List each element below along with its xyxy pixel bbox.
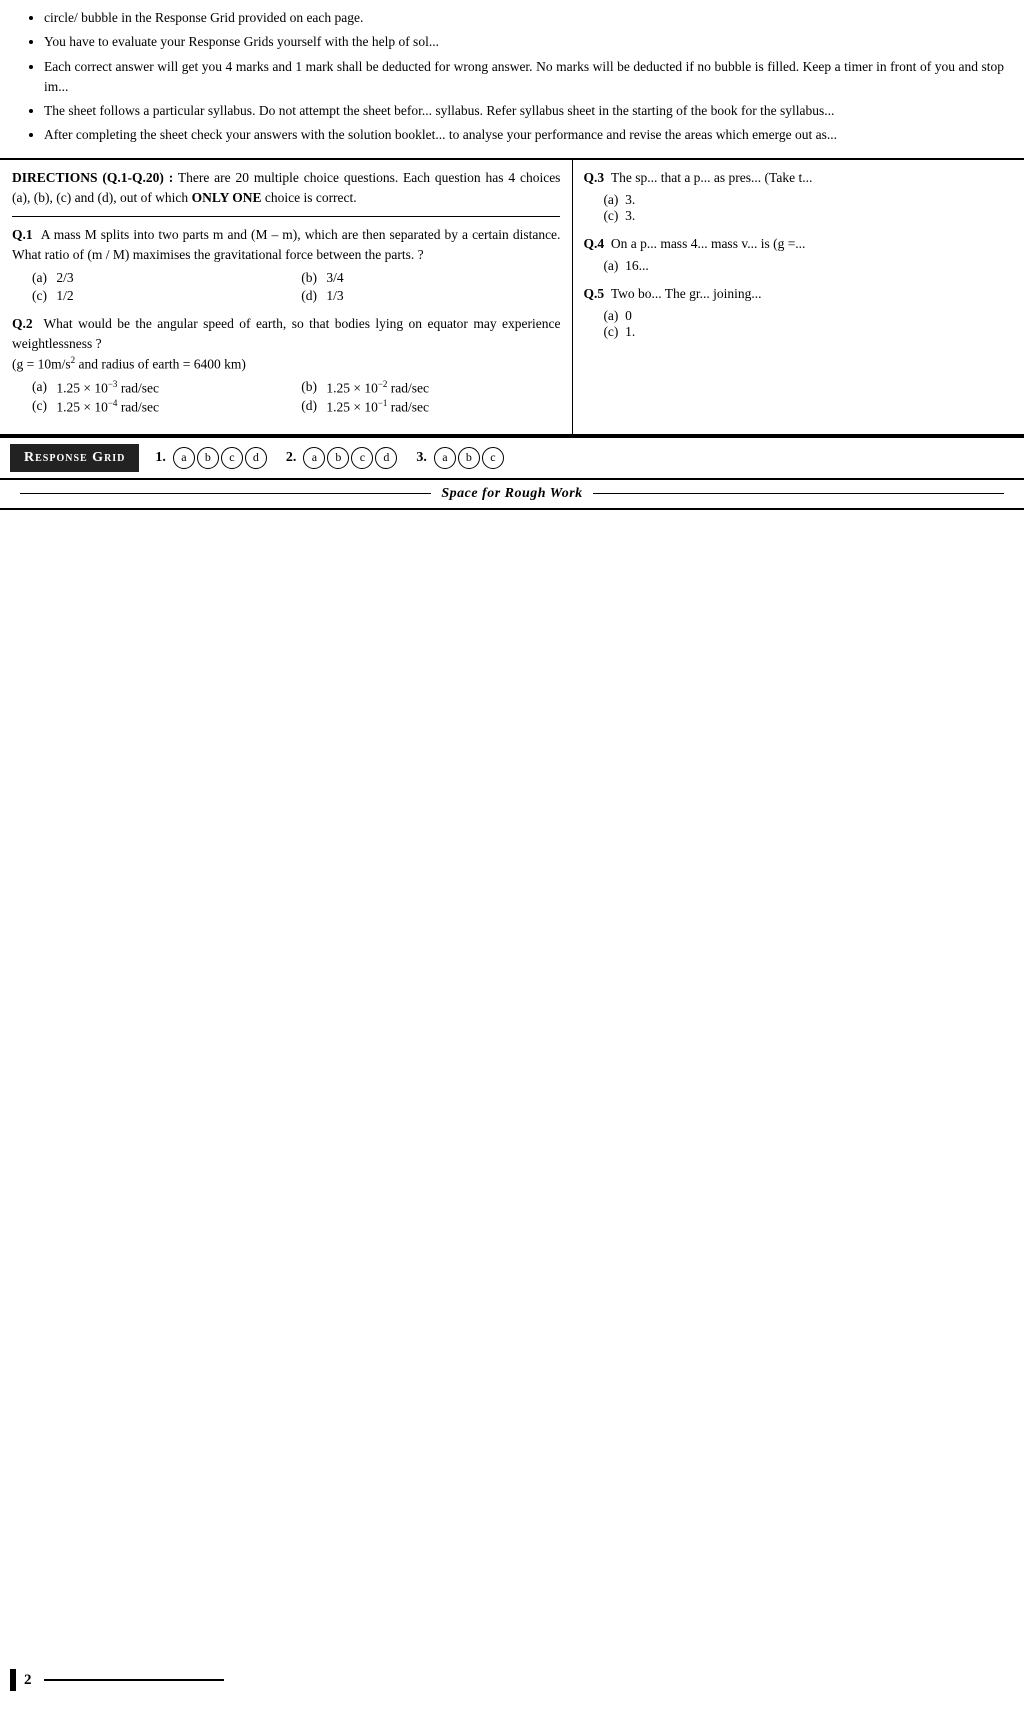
directions-label: DIRECTIONS (Q.1-Q.20) : [12,170,173,185]
question-2-block: Q.2 What would be the angular speed of e… [12,314,560,416]
right-column: Q.3 The sp... that a p... as pres... (Ta… [573,160,1024,434]
rg-2-option-a[interactable]: a [303,447,325,469]
question-4-options: (a) 16... [583,258,1014,274]
page-footer-line [44,1679,224,1681]
response-grid-items: 1. a b c d 2. a b c d 3. [155,447,505,469]
rg-2-option-c[interactable]: c [351,447,373,469]
rough-work-inner: Space for Rough Work [20,486,1004,502]
question-2-text: Q.2 What would be the angular speed of e… [12,314,560,375]
instruction-item-2: You have to evaluate your Response Grids… [44,32,1004,52]
q4-option-a: (a) 16... [603,258,1014,274]
question-4-text: Q.4 On a p... mass 4... mass v... is (g … [583,234,1014,254]
q2-option-d: (d) 1.25 × 10−1 rad/sec [301,398,560,416]
rg-3-option-c[interactable]: c [482,447,504,469]
question-1-block: Q.1 A mass M splits into two parts m and… [12,225,560,304]
q3-option-c: (c) 3. [603,208,1014,224]
only-one-emphasis: ONLY ONE [192,190,262,205]
rg-1-option-a[interactable]: a [173,447,195,469]
question-1-label: Q.1 [12,227,33,242]
instructions-section: circle/ bubble in the Response Grid prov… [0,0,1024,160]
question-3-block: Q.3 The sp... that a p... as pres... (Ta… [583,168,1014,224]
q5-option-a: (a) 0 [603,308,1014,324]
rg-2-option-b[interactable]: b [327,447,349,469]
question-2-options: (a) 1.25 × 10−3 rad/sec (b) 1.25 × 10−2 … [12,379,560,416]
left-column: DIRECTIONS (Q.1-Q.20) : There are 20 mul… [0,160,573,434]
question-5-text: Q.5 Two bo... The gr... joining... [583,284,1014,304]
rg-item-1: 1. a b c d [155,447,268,469]
rg-item-3: 3. a b c [416,447,505,469]
response-grid-section: Response Grid 1. a b c d 2. a b c d [0,436,1024,480]
response-grid-label: Response Grid [10,444,139,472]
q5-option-c: (c) 1. [603,324,1014,340]
blank-area [0,510,1024,1360]
rg-3-option-b[interactable]: b [458,447,480,469]
instruction-item-1: circle/ bubble in the Response Grid prov… [44,8,1004,28]
rg-item-2: 2. a b c d [286,447,399,469]
question-3-label: Q.3 [583,170,604,185]
question-2-label: Q.2 [12,316,33,331]
instruction-item-5: After completing the sheet check your an… [44,125,1004,145]
rough-work-line-right [593,493,1004,494]
rg-circles-3: a b c [433,447,505,469]
rough-work-text: Space for Rough Work [441,486,582,502]
q1-option-d: (d) 1/3 [301,288,560,304]
question-3-text: Q.3 The sp... that a p... as pres... (Ta… [583,168,1014,188]
directions-text: DIRECTIONS (Q.1-Q.20) : There are 20 mul… [12,168,560,209]
q1-option-c: (c) 1/2 [32,288,291,304]
directions-box: DIRECTIONS (Q.1-Q.20) : There are 20 mul… [12,168,560,218]
question-1-options: (a) 2/3 (b) 3/4 (c) 1/2 (d) 1/3 [12,270,560,304]
question-5-label: Q.5 [583,286,604,301]
q2-option-a: (a) 1.25 × 10−3 rad/sec [32,379,291,397]
rg-2-option-d[interactable]: d [375,447,397,469]
q2-option-c: (c) 1.25 × 10−4 rad/sec [32,398,291,416]
rg-1-option-b[interactable]: b [197,447,219,469]
main-content: DIRECTIONS (Q.1-Q.20) : There are 20 mul… [0,160,1024,436]
instruction-item-3: Each correct answer will get you 4 marks… [44,57,1004,98]
rg-3-option-a[interactable]: a [434,447,456,469]
instructions-list: circle/ bubble in the Response Grid prov… [20,8,1004,146]
question-5-block: Q.5 Two bo... The gr... joining... (a) 0… [583,284,1014,340]
rough-work-line-left [20,493,431,494]
q1-option-a: (a) 2/3 [32,270,291,286]
rg-1-option-d[interactable]: d [245,447,267,469]
question-3-options: (a) 3. (c) 3. [583,192,1014,224]
question-1-text: Q.1 A mass M splits into two parts m and… [12,225,560,266]
question-4-label: Q.4 [583,236,604,251]
rg-circles-2: a b c d [302,447,398,469]
question-4-block: Q.4 On a p... mass 4... mass v... is (g … [583,234,1014,274]
rg-1-option-c[interactable]: c [221,447,243,469]
question-5-options: (a) 0 (c) 1. [583,308,1014,340]
page-wrapper: circle/ bubble in the Response Grid prov… [0,0,1024,1709]
instruction-item-4: The sheet follows a particular syllabus.… [44,101,1004,121]
page-number-text: 2 [24,1672,32,1689]
rg-circles-1: a b c d [172,447,268,469]
q3-option-a: (a) 3. [603,192,1014,208]
page-number-bar [10,1669,16,1691]
rough-work-section: Space for Rough Work [0,480,1024,510]
page-footer: 2 [10,1669,224,1691]
q1-option-b: (b) 3/4 [301,270,560,286]
q2-option-b: (b) 1.25 × 10−2 rad/sec [301,379,560,397]
